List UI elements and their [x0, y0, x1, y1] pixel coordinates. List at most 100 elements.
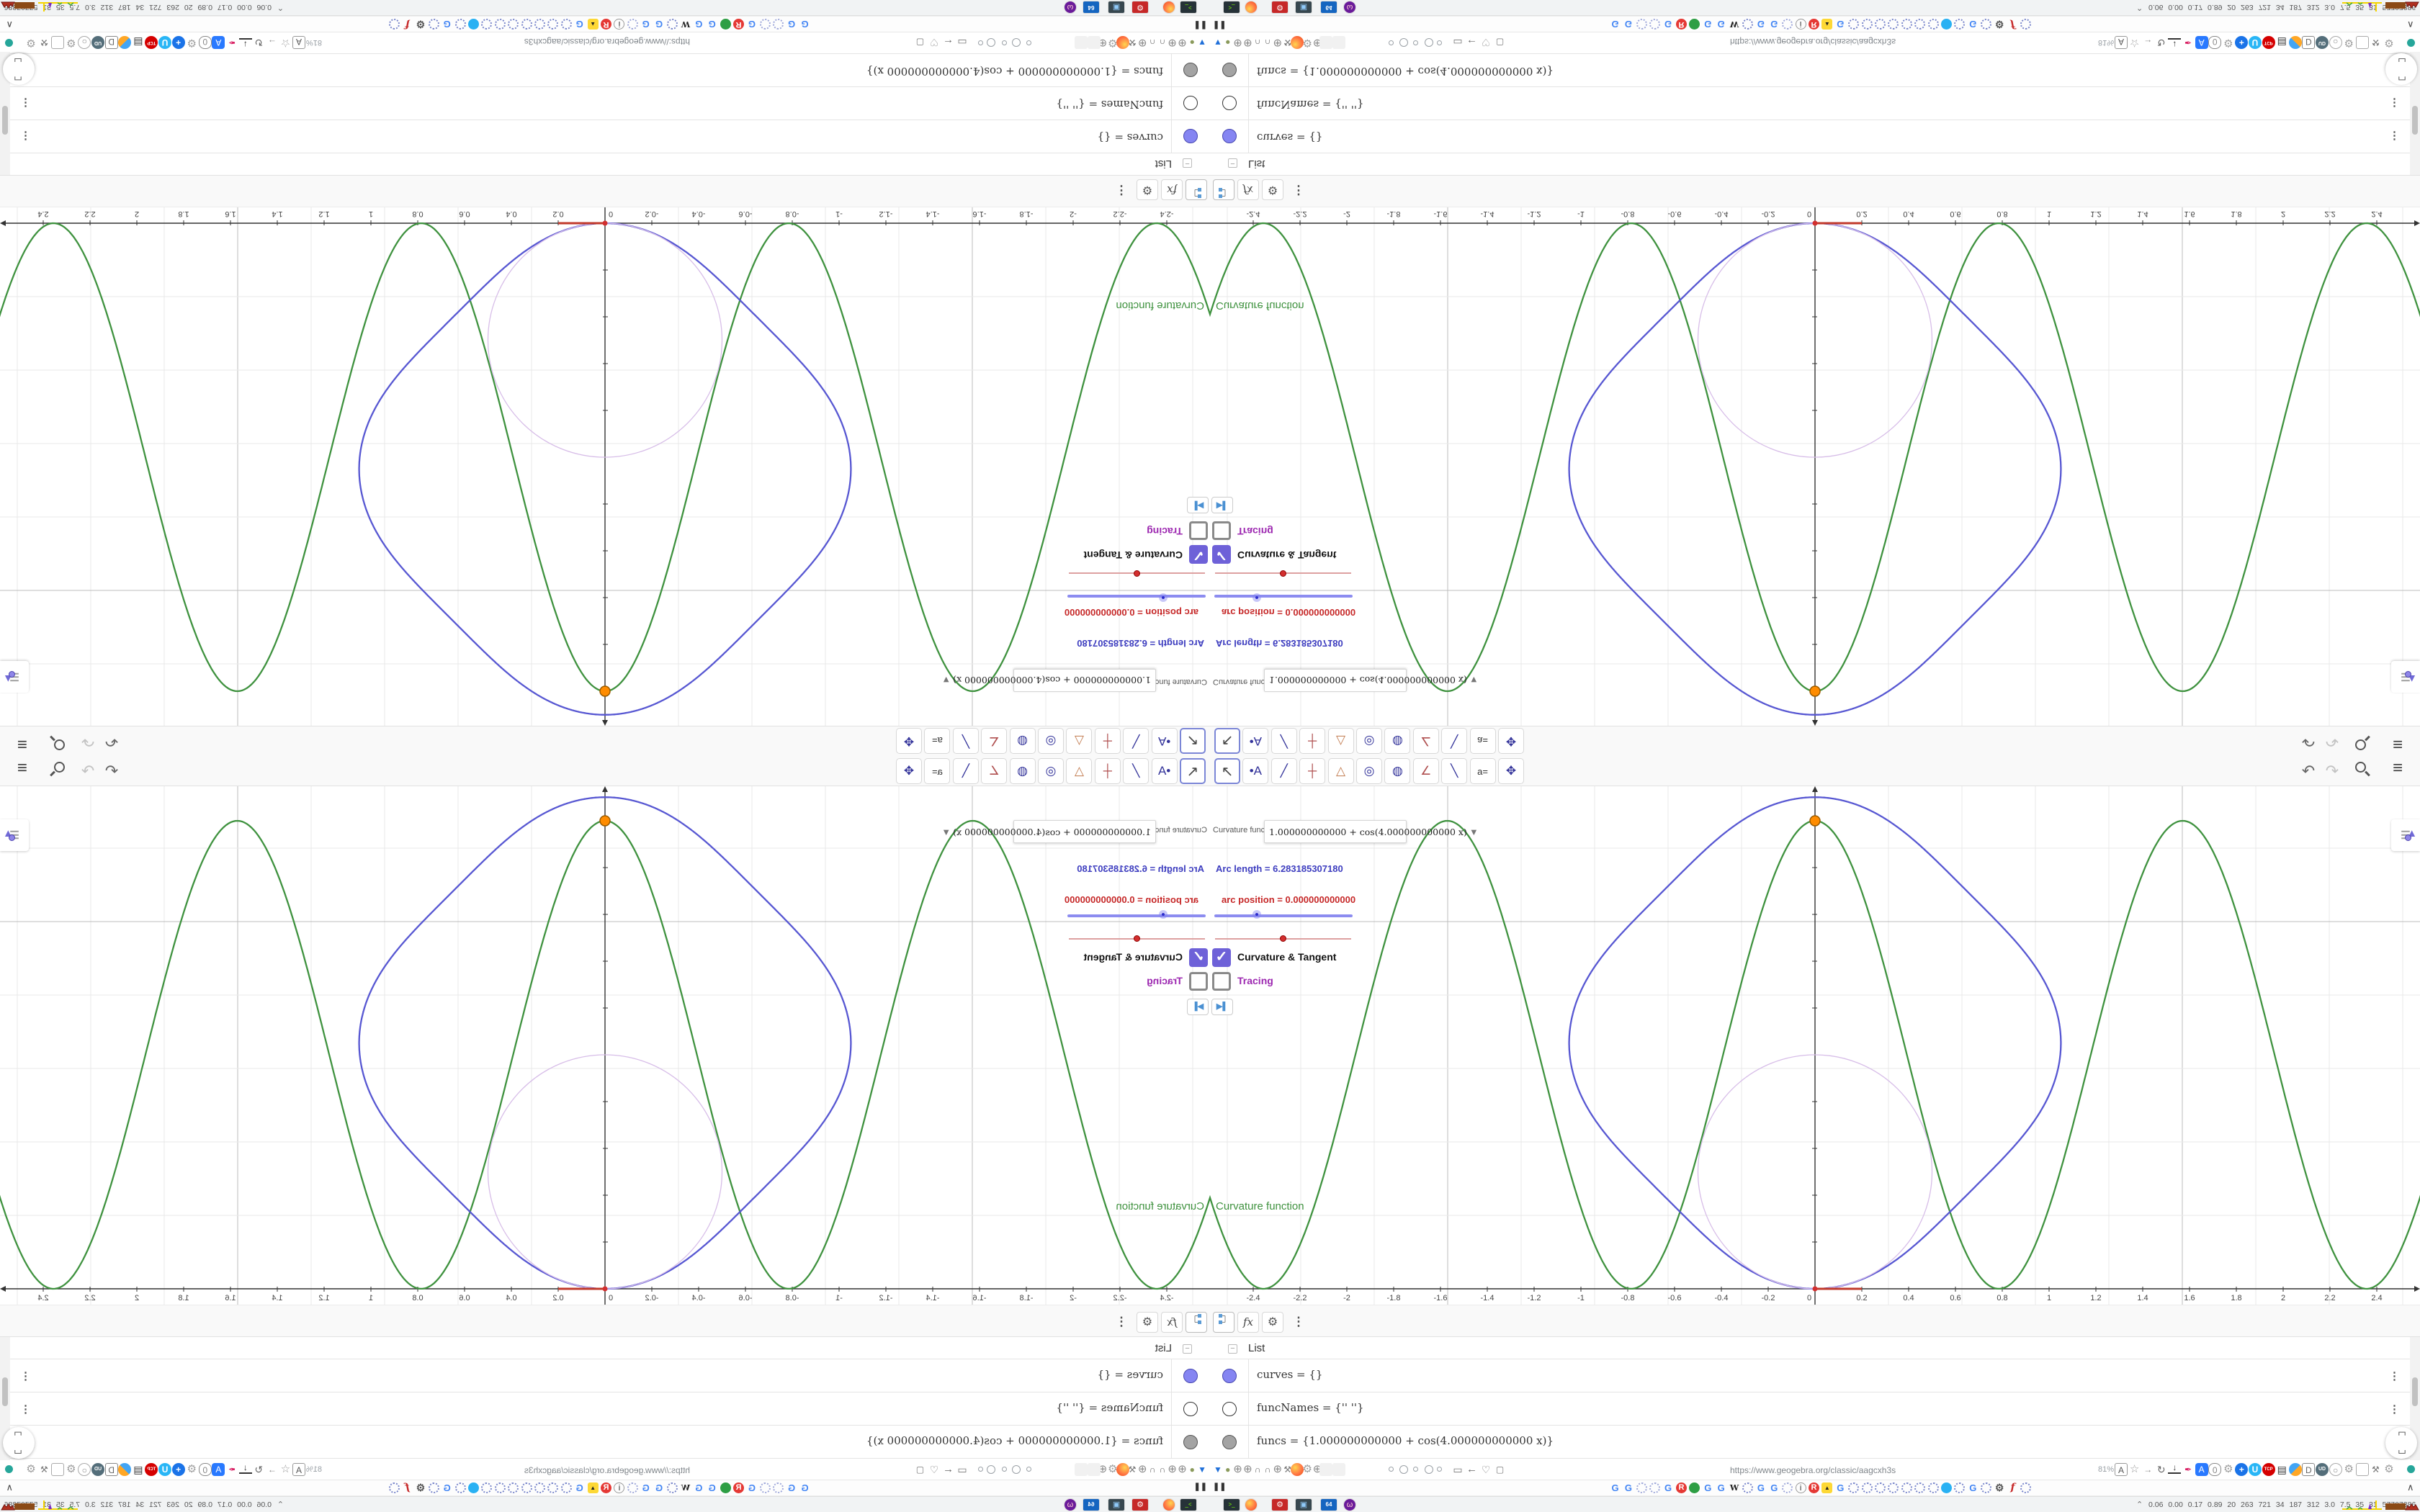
download-icon[interactable]: ↓ [2168, 1463, 2182, 1474]
translate-blue-icon[interactable]: A [2195, 36, 2208, 49]
download-icon[interactable]: ↓ [238, 1462, 252, 1474]
bookmark-dotted-icon[interactable] [1782, 19, 1793, 30]
trash-icon[interactable]: ▤ [132, 1463, 145, 1476]
scrollbar-thumb[interactable] [2, 1377, 8, 1406]
bookmark-yandex-icon[interactable]: R [1809, 1482, 1819, 1493]
curve-start-point[interactable] [1812, 1286, 1818, 1292]
bookmark-google-icon[interactable]: G [1716, 1482, 1726, 1493]
play-pause-button[interactable]: ▶▌ [1211, 999, 1233, 1015]
taskbar-app-monitor[interactable]: ▣ [1295, 1498, 1312, 1511]
bookmark-dotted-icon[interactable] [627, 19, 638, 30]
folder-icon[interactable]: ▭ [1451, 1463, 1464, 1476]
add-blue-icon[interactable]: + [171, 36, 185, 49]
taskbar-app-cat[interactable]: ω [1343, 1, 1356, 14]
tool-slider[interactable]: a= [924, 728, 951, 754]
ghost-slot-icon[interactable] [1332, 1463, 1345, 1476]
url-text[interactable]: https://www.geogebra.org/classic/aagcxh3… [1730, 37, 1896, 47]
curvature-tangent-checkbox[interactable]: ✓ [1212, 545, 1231, 564]
tool-slider[interactable]: a= [1469, 728, 1496, 754]
puzzle-icon[interactable] [2355, 1463, 2369, 1476]
dot-icon[interactable] [1399, 38, 1408, 47]
back-arrow-icon[interactable]: ← [1466, 1463, 1479, 1476]
curvature-tangent-checkbox[interactable]: ✓ [1212, 948, 1231, 967]
row-kebab-menu[interactable]: ⋮ [2389, 1403, 2400, 1416]
download-icon[interactable]: ↓ [238, 38, 252, 50]
orange-point[interactable] [1809, 685, 1821, 697]
puzzle-icon[interactable] [51, 36, 65, 49]
translate-icon[interactable]: A [2115, 36, 2128, 49]
row-kebab-menu[interactable]: ⋮ [20, 1403, 31, 1416]
dot-icon[interactable] [1002, 1467, 1007, 1472]
bookmark-flower-icon[interactable] [1888, 19, 1899, 30]
taskbar-app-cat[interactable]: ω [1064, 1, 1077, 14]
tool-move-graphics-view[interactable]: ✥ [1498, 728, 1524, 754]
bookmark-flower-icon[interactable] [1742, 19, 1753, 30]
folder-icon[interactable]: ▭ [1451, 36, 1464, 49]
taskbar-app-floppy64[interactable]: 64 [1083, 1, 1100, 14]
bookmark-yandex-icon[interactable]: R [733, 19, 744, 30]
dot-icon[interactable] [978, 40, 983, 45]
gear-icon[interactable]: ⚙ [2383, 1463, 2396, 1476]
lock-icon[interactable]: ▢ [914, 1463, 927, 1476]
search-icon[interactable] [46, 732, 65, 750]
wrench2-icon[interactable]: ⚒ [38, 36, 51, 49]
scrollbar-thumb[interactable] [2412, 1377, 2418, 1406]
back-arrow-icon[interactable]: ← [942, 36, 955, 49]
ghost-slot-icon[interactable] [1075, 36, 1088, 49]
tool-line[interactable]: ╱ [1270, 728, 1297, 754]
curve-start-point[interactable] [602, 1286, 608, 1292]
undo-button[interactable]: ↶ [102, 732, 121, 750]
bookmark-flower-icon[interactable] [494, 1482, 506, 1493]
function-dropdown[interactable]: 1.000000000000 + cos(4.000000000000 x) ▼ [1264, 820, 1479, 843]
visibility-swatch[interactable] [1222, 1402, 1237, 1416]
tool-conic[interactable]: ◍ [1009, 758, 1036, 784]
fx-button[interactable]: fx [1237, 179, 1259, 200]
bookmark-f-red-icon[interactable]: f [2007, 19, 2018, 30]
collapse-button[interactable]: − [1228, 158, 1237, 168]
tool-reflect[interactable]: ╲ [952, 728, 979, 754]
taskbar-app-terminal[interactable]: >_ [1223, 1, 1240, 14]
zero-icon[interactable]: 0 [198, 36, 212, 49]
tool-polygon[interactable]: △ [1066, 758, 1093, 784]
translate-icon[interactable]: A [292, 1463, 305, 1476]
graphics-stylebar-toggle[interactable]: ☰▲ [2391, 661, 2420, 693]
bookmark-google-icon[interactable]: G [707, 19, 717, 30]
shield-icon[interactable]: ♡ [928, 1463, 941, 1476]
bookmark-google-icon[interactable]: G [1968, 1482, 1978, 1493]
lock-icon[interactable]: ▢ [1494, 36, 1507, 49]
curve-start-point[interactable] [1812, 220, 1818, 226]
taskbar-app-firefox[interactable] [1245, 1, 1258, 14]
collapse-button[interactable]: − [1183, 1344, 1192, 1354]
settings-gear-button[interactable]: ⚙ [1262, 179, 1283, 200]
bookmark-dotted-icon[interactable] [1636, 19, 1647, 30]
dot-icon[interactable] [1425, 38, 1433, 47]
tool-slider[interactable]: a= [1469, 758, 1496, 784]
bookmark-gear-dark-icon[interactable]: ⚙ [415, 19, 426, 30]
bookmark-flower-icon[interactable] [1742, 1482, 1753, 1493]
taskbar-app-firefox[interactable] [1162, 1498, 1175, 1511]
url-text[interactable]: https://www.geogebra.org/classic/aagcxh3… [524, 37, 690, 47]
shield-u-icon[interactable]: U [2249, 36, 2262, 49]
bookmark-google-icon[interactable]: G [574, 19, 585, 30]
reload-icon[interactable]: ↻ [252, 1463, 265, 1476]
dot-icon[interactable] [1389, 1467, 1394, 1472]
tool-perpendicular-line[interactable]: ┼ [1094, 728, 1121, 754]
tool-angle[interactable]: ∠ [1412, 758, 1439, 784]
bookmark-flower-icon[interactable] [1848, 1482, 1860, 1493]
bookmark-flower-icon[interactable] [1914, 19, 1926, 30]
taskbar-app-floppy64[interactable]: 64 [1320, 1498, 1337, 1511]
undo-button[interactable]: ↶ [102, 762, 121, 780]
bookmark-f-red-icon[interactable]: f [402, 1482, 413, 1493]
bookmark-flower-icon[interactable] [428, 1482, 439, 1493]
translate-icon[interactable]: A [292, 36, 305, 49]
bookmark-google-icon[interactable]: G [1703, 19, 1713, 30]
shield-ring-icon[interactable]: ○ [2329, 36, 2342, 49]
visibility-swatch[interactable] [1222, 63, 1237, 77]
pencil-icon[interactable]: ✒ [2182, 1463, 2195, 1476]
tool-point[interactable]: •A [1151, 758, 1178, 784]
gear-icon[interactable]: ⚙ [2383, 36, 2396, 49]
bookmark-flower-icon[interactable] [560, 1482, 572, 1493]
tcp-red-icon[interactable]: TCP [145, 36, 158, 49]
trash-icon[interactable]: ▤ [132, 36, 145, 49]
translate-blue-icon[interactable]: A [212, 36, 225, 49]
